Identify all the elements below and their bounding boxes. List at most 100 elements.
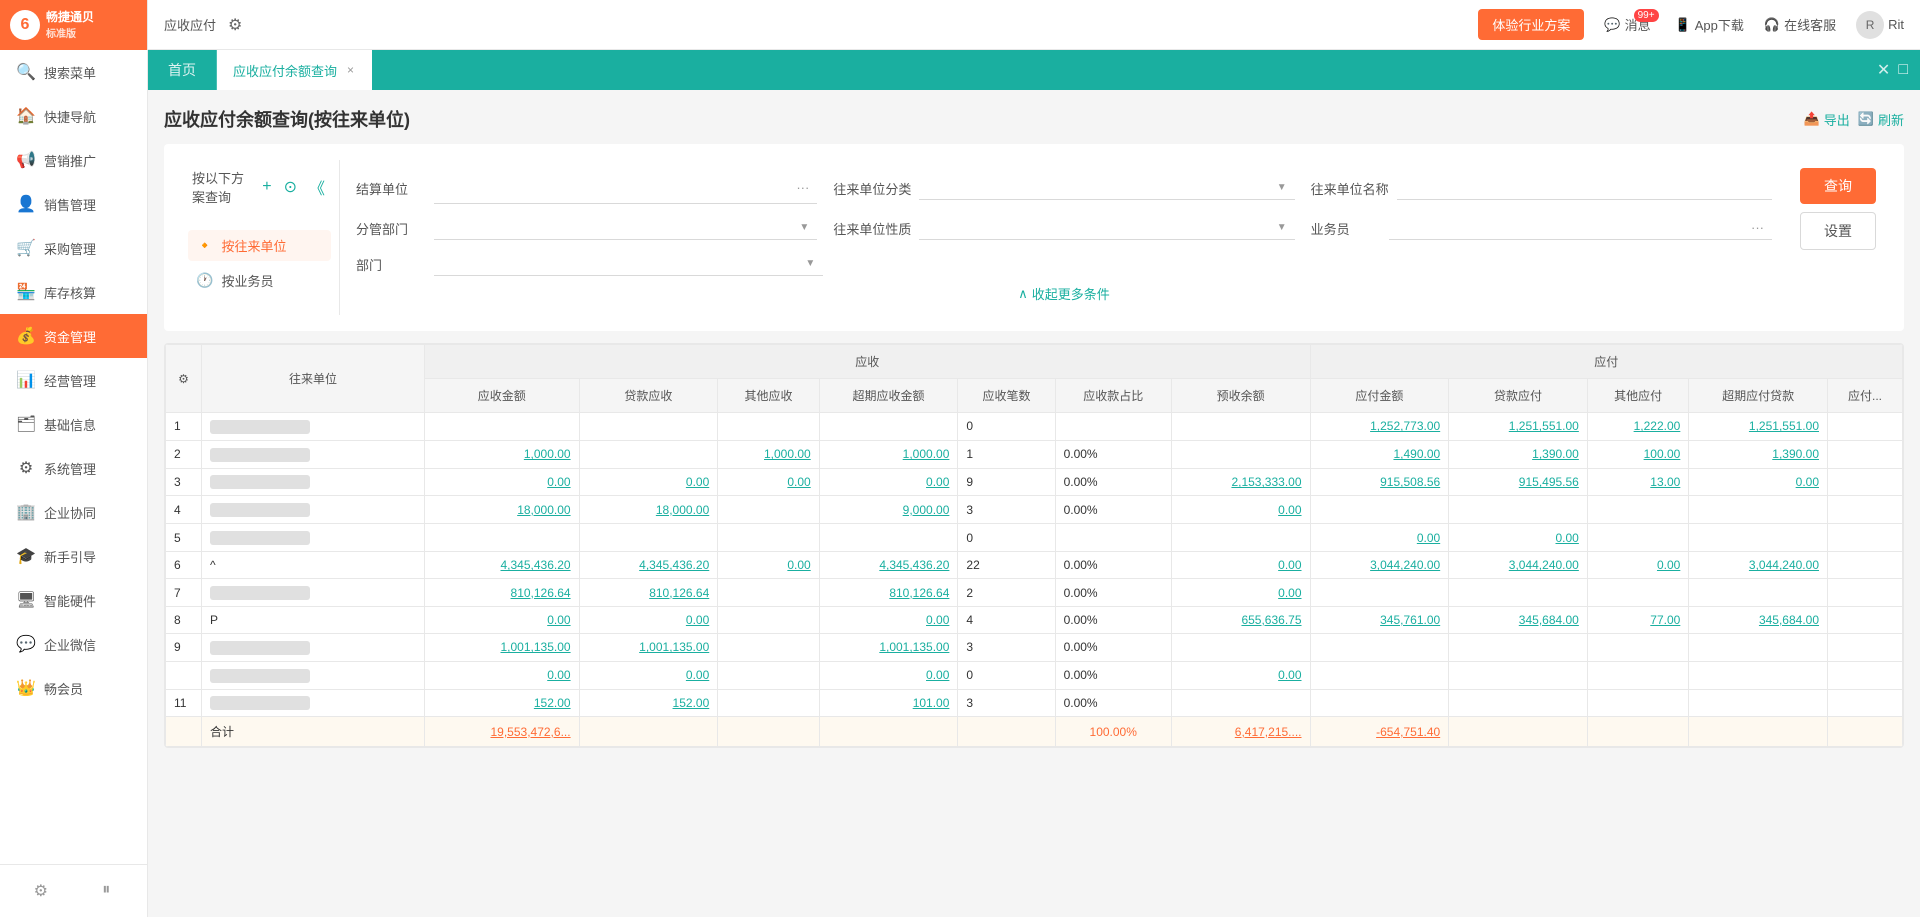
table-cell[interactable]: 0.00 [1689, 468, 1828, 496]
table-cell[interactable]: 915,508.56 [1310, 468, 1449, 496]
sidebar-item-operations[interactable]: 📊 经营管理 [0, 358, 147, 402]
dept-container[interactable]: ▼ [434, 216, 817, 240]
table-cell[interactable]: 0.00 [424, 661, 579, 689]
schema-tab-by-staff[interactable]: 🕐 按业务员 [188, 265, 331, 296]
message-btn[interactable]: 💬 消息 99+ [1604, 15, 1650, 34]
table-cell[interactable]: 1,390.00 [1689, 440, 1828, 468]
table-cell[interactable]: 0.00 [579, 661, 718, 689]
sidebar-item-quick-nav[interactable]: 🏠 快捷导航 [0, 94, 147, 138]
settlement-dots[interactable]: ··· [796, 180, 809, 195]
table-cell[interactable]: 4,345,436.20 [579, 552, 718, 579]
sidebar-item-system[interactable]: ⚙ 系统管理 [0, 446, 147, 490]
close-window-icon[interactable]: ✕ [1877, 60, 1890, 80]
topbar-gear-icon[interactable]: ⚙ [228, 15, 242, 35]
online-service-btn[interactable]: 🎧 在线客服 [1764, 15, 1836, 34]
sidebar-item-inventory[interactable]: 🏪 库存核算 [0, 270, 147, 314]
partner-category-input[interactable] [927, 180, 1276, 195]
table-cell[interactable]: 0.00 [1171, 661, 1310, 689]
table-cell[interactable]: 4,345,436.20 [819, 552, 958, 579]
tab-close-icon[interactable]: × [345, 61, 356, 79]
dept-input[interactable] [442, 220, 799, 235]
table-cell[interactable]: 0.00 [1171, 579, 1310, 607]
table-cell[interactable]: 152.00 [579, 689, 718, 717]
table-cell[interactable]: 18,000.00 [579, 496, 718, 524]
sidebar-item-purchase[interactable]: 🛒 采购管理 [0, 226, 147, 270]
table-cell[interactable]: 1,390.00 [1449, 440, 1588, 468]
table-cell[interactable]: 1,490.00 [1310, 440, 1449, 468]
table-cell[interactable]: 0.00 [819, 661, 958, 689]
table-cell[interactable]: 3,044,240.00 [1449, 552, 1588, 579]
settlement-input[interactable] [442, 176, 796, 199]
table-cell[interactable]: 345,684.00 [1449, 606, 1588, 633]
table-cell[interactable]: 0.00 [424, 468, 579, 496]
department-input[interactable] [442, 256, 805, 271]
sidebar-item-smart-hw[interactable]: 🖥 智能硬件 [0, 578, 147, 622]
filter-setting-icon[interactable]: ⊙ [282, 175, 299, 199]
sidebar-item-search-menu[interactable]: 🔍 搜索菜单 [0, 50, 147, 94]
tab-home[interactable]: 首页 [148, 50, 217, 90]
table-settings-header[interactable]: ⚙ [166, 345, 202, 413]
maximize-window-icon[interactable]: □ [1898, 61, 1908, 79]
partner-name-container[interactable] [1397, 176, 1772, 200]
table-cell[interactable]: 0.00 [1171, 496, 1310, 524]
salesperson-container[interactable]: ··· [1389, 216, 1772, 240]
table-cell[interactable]: 77.00 [1587, 606, 1688, 633]
table-cell[interactable]: 810,126.64 [579, 579, 718, 607]
table-cell[interactable]: 810,126.64 [424, 579, 579, 607]
filter-collapse-icon[interactable]: 《 [307, 173, 327, 201]
total-prepay-bal[interactable]: 6,417,215.... [1171, 717, 1310, 747]
table-cell[interactable]: 100.00 [1587, 440, 1688, 468]
table-cell[interactable]: 3,044,240.00 [1689, 552, 1828, 579]
sidebar-item-guide[interactable]: 🎓 新手引导 [0, 534, 147, 578]
promo-button[interactable]: 体验行业方案 [1478, 9, 1584, 40]
query-button[interactable]: 查询 [1800, 168, 1876, 204]
table-cell[interactable]: 0.00 [819, 468, 958, 496]
table-cell[interactable]: 0.00 [819, 606, 958, 633]
salesperson-dots[interactable]: ··· [1751, 220, 1764, 235]
table-cell[interactable]: 1,251,551.00 [1449, 413, 1588, 441]
table-cell[interactable]: 1,000.00 [424, 440, 579, 468]
table-cell[interactable]: 3,044,240.00 [1310, 552, 1449, 579]
sidebar-collapse-btn[interactable]: ⏸ [78, 877, 136, 905]
table-cell[interactable]: 2,153,333.00 [1171, 468, 1310, 496]
table-cell[interactable]: 1,251,551.00 [1689, 413, 1828, 441]
sidebar-item-member[interactable]: 👑 畅会员 [0, 666, 147, 710]
table-cell[interactable]: 18,000.00 [424, 496, 579, 524]
table-cell[interactable]: 13.00 [1587, 468, 1688, 496]
table-cell[interactable]: 345,761.00 [1310, 606, 1449, 633]
table-settings-icon[interactable]: ⚙ [178, 372, 189, 386]
table-cell[interactable]: 810,126.64 [819, 579, 958, 607]
partner-nature-container[interactable]: ▼ [919, 216, 1294, 240]
table-cell[interactable]: 152.00 [424, 689, 579, 717]
partner-category-container[interactable]: ▼ [919, 176, 1294, 200]
collapse-more-btn[interactable]: ∧ 收起更多条件 [356, 284, 1772, 303]
table-cell[interactable]: 4,345,436.20 [424, 552, 579, 579]
refresh-button[interactable]: 🔄 刷新 [1858, 110, 1904, 129]
table-cell[interactable]: 1,001,135.00 [819, 633, 958, 661]
app-download-btn[interactable]: 📱 App下载 [1675, 15, 1744, 34]
sidebar-item-finance[interactable]: 💰 资金管理 [0, 314, 147, 358]
table-cell[interactable]: 0.00 [579, 606, 718, 633]
table-cell[interactable]: 0.00 [1171, 552, 1310, 579]
table-cell[interactable]: 1,001,135.00 [579, 633, 718, 661]
table-cell[interactable]: 1,001,135.00 [424, 633, 579, 661]
settlement-input-container[interactable]: ··· [434, 172, 817, 204]
table-cell[interactable]: 0.00 [424, 606, 579, 633]
settings-button[interactable]: 设置 [1800, 212, 1876, 250]
table-cell[interactable]: 1,000.00 [819, 440, 958, 468]
table-cell[interactable]: 915,495.56 [1449, 468, 1588, 496]
table-cell[interactable]: 0.00 [1449, 524, 1588, 552]
export-button[interactable]: 📤 导出 [1804, 110, 1850, 129]
table-cell[interactable]: 1,252,773.00 [1310, 413, 1449, 441]
table-cell[interactable]: 9,000.00 [819, 496, 958, 524]
table-cell[interactable]: 0.00 [1587, 552, 1688, 579]
table-cell[interactable]: 1,000.00 [718, 440, 819, 468]
sidebar-item-marketing[interactable]: 📢 营销推广 [0, 138, 147, 182]
partner-nature-input[interactable] [927, 220, 1276, 235]
sidebar-item-sales[interactable]: 👤 销售管理 [0, 182, 147, 226]
table-cell[interactable]: 1,222.00 [1587, 413, 1688, 441]
tab-active[interactable]: 应收应付余额查询 × [217, 50, 372, 90]
table-cell[interactable]: 655,636.75 [1171, 606, 1310, 633]
table-cell[interactable]: 345,684.00 [1689, 606, 1828, 633]
filter-add-icon[interactable]: + [260, 176, 273, 198]
